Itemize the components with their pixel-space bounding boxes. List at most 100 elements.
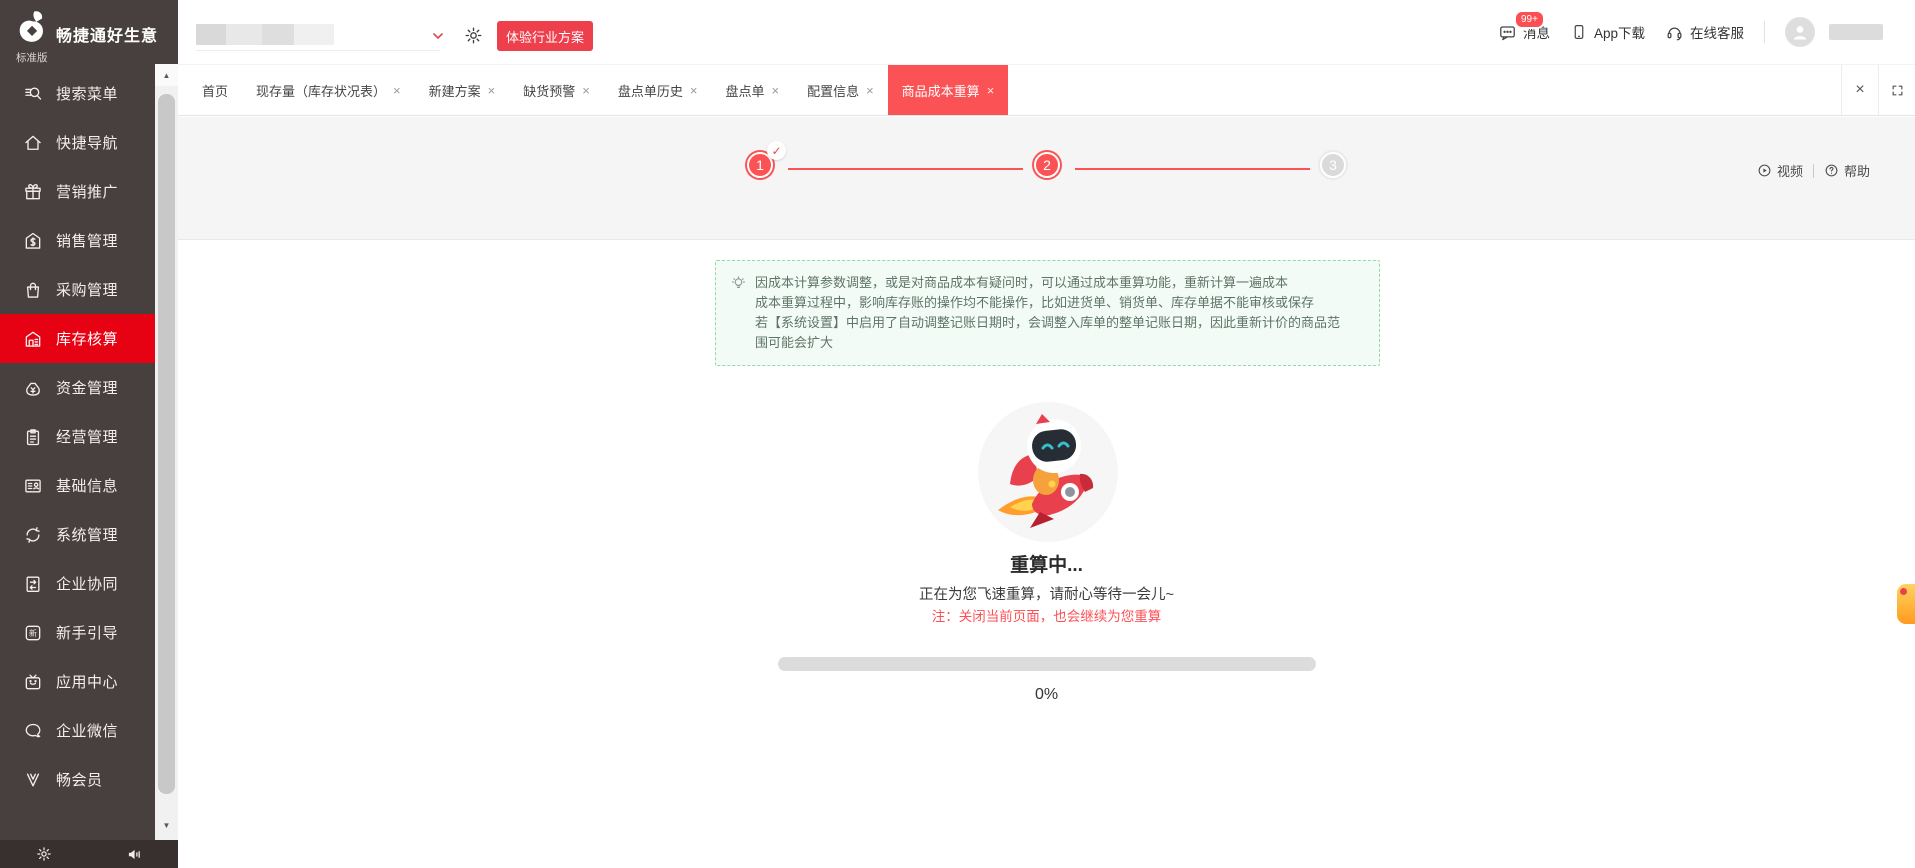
home-icon [23, 133, 43, 153]
tab-7[interactable]: 商品成本重算 × [887, 65, 1009, 115]
redacted-block [262, 24, 294, 45]
play-circle-icon [1757, 163, 1772, 178]
tab-label: 新建方案 [428, 83, 481, 99]
sidebar-item-label: 新手引导 [56, 625, 119, 642]
app-download-button[interactable]: App下载 [1570, 22, 1645, 42]
floating-widget-dot [1900, 588, 1907, 595]
chevron-down-icon[interactable] [430, 28, 446, 44]
collab-icon [23, 574, 43, 594]
user-account[interactable] [1785, 17, 1883, 47]
idcard-icon [23, 476, 43, 496]
sidebar-item-sale[interactable]: 销售管理 [0, 216, 155, 265]
sidebar-item-label: 基础信息 [56, 478, 119, 495]
avatar [1785, 17, 1815, 47]
close-all-tabs-button[interactable]: × [1841, 65, 1878, 115]
sidebar-item-idcard[interactable]: 基础信息 [0, 461, 155, 510]
sidebar-item-label: 采购管理 [56, 282, 119, 299]
sidebar-item-label: 资金管理 [56, 380, 119, 397]
sidebar-item-money[interactable]: 资金管理 [0, 363, 155, 412]
progress-label: 0% [1034, 686, 1059, 703]
search-icon [23, 84, 43, 104]
stepper-band: 1 ✓ 2 3 视频 帮助 [178, 117, 1915, 240]
messages-button[interactable]: 消息 99+ [1498, 10, 1550, 42]
redacted-block [294, 24, 334, 45]
settings-gear-icon[interactable] [36, 846, 52, 862]
help-link[interactable]: 帮助 [1824, 161, 1870, 180]
scroll-up-icon: ▲ [162, 70, 171, 80]
sidebar-item-newbie[interactable]: 新 新手引导 [0, 608, 155, 657]
sidebar-item-appcenter[interactable]: 应用中心 [0, 657, 155, 706]
scrollbar-thumb[interactable] [158, 94, 175, 794]
status-title: 重算中... [1010, 555, 1083, 576]
sidebar-item-bag[interactable]: 采购管理 [0, 265, 155, 314]
sidebar-item-warehouse[interactable]: 库存核算 [0, 314, 155, 363]
gear-icon[interactable] [464, 26, 483, 45]
sidebar-item-label: 搜索菜单 [56, 86, 119, 103]
sidebar-item-clipboard[interactable]: 经营管理 [0, 412, 155, 461]
tab-close-icon[interactable]: × [690, 83, 698, 98]
experience-industry-button[interactable]: 体验行业方案 [497, 21, 593, 51]
speaker-icon[interactable] [125, 846, 142, 863]
headset-icon [1665, 23, 1684, 42]
fullscreen-button[interactable] [1878, 65, 1915, 115]
sidebar-item-label: 企业微信 [56, 723, 119, 740]
tab-label: 配置信息 [807, 83, 860, 99]
logo-block: 畅捷通好生意 标准版 [0, 0, 178, 64]
tab-close-icon[interactable]: × [866, 83, 874, 98]
sidebar-item-label: 营销推广 [56, 184, 119, 201]
messages-badge: 99+ [1513, 10, 1545, 29]
sidebar-item-search[interactable]: 搜索菜单 [0, 69, 155, 118]
video-link[interactable]: 视频 [1757, 161, 1803, 180]
sidebar-footer [0, 840, 178, 868]
sale-icon [23, 231, 43, 251]
tab-label: 缺货预警 [523, 83, 576, 99]
step-circle: 2 [1034, 152, 1060, 178]
lightbulb-icon [730, 275, 747, 353]
tab-6[interactable]: 配置信息 × [793, 65, 888, 115]
band-links: 视频 帮助 [1757, 161, 1870, 180]
sidebar-item-gift[interactable]: 营销推广 [0, 167, 155, 216]
tab-1[interactable]: 现存量（库存状况表） × [242, 65, 415, 115]
notice-line: 若【系统设置】中启用了自动调整记账日期时，会调整入库单的整单记账日期，因此重新计… [755, 315, 1341, 330]
tab-close-icon[interactable]: × [488, 83, 496, 98]
sidebar-item-label: 快捷导航 [56, 135, 119, 152]
tab-close-icon[interactable]: × [987, 83, 995, 98]
tab-close-icon[interactable]: × [771, 83, 779, 98]
tab-2[interactable]: 新建方案 × [415, 65, 510, 115]
sidebar-item-member[interactable]: 畅会员 [0, 755, 155, 804]
help-label: 帮助 [1843, 164, 1870, 179]
sidebar-item-home[interactable]: 快捷导航 [0, 118, 155, 167]
brand-logo-icon [14, 8, 52, 50]
sidebar-item-label: 库存核算 [56, 331, 119, 348]
online-service-button[interactable]: 在线客服 [1665, 22, 1744, 42]
floating-widget[interactable] [1897, 584, 1915, 624]
sidebar-item-label: 应用中心 [56, 674, 119, 691]
gift-icon [23, 182, 43, 202]
tab-close-icon[interactable]: × [582, 83, 590, 98]
header: 体验行业方案 消息 99+ App下载 在线客服 畅捷通好生意 标准版 [0, 0, 1915, 64]
scroll-up-button[interactable]: ▲ [155, 64, 178, 86]
video-label: 视频 [1776, 164, 1803, 179]
tab-5[interactable]: 盘点单 × [711, 65, 793, 115]
scroll-down-button[interactable]: ▼ [155, 814, 178, 836]
tab-bar-actions: × [1841, 65, 1915, 115]
warehouse-icon [23, 329, 43, 349]
header-divider [1764, 21, 1765, 43]
redacted-block [196, 24, 226, 45]
tab-4[interactable]: 盘点单历史 × [604, 65, 712, 115]
sidebar-item-wecom[interactable]: 企业微信 [0, 706, 155, 755]
tab-3[interactable]: 缺货预警 × [509, 65, 604, 115]
step-circle: 3 [1320, 152, 1346, 178]
tab-close-icon[interactable]: × [393, 83, 401, 98]
sidebar-menu: 搜索菜单 快捷导航 营销推广 销售管理 采购管理 库存核算 资金管理 经营管理 … [0, 64, 155, 804]
newbie-icon: 新 [23, 623, 43, 643]
tab-label: 首页 [202, 83, 229, 99]
tab-0[interactable]: 首页 [188, 65, 242, 115]
mascot-robot-rocket [976, 400, 1120, 544]
appcenter-icon [23, 672, 43, 692]
scroll-down-icon: ▼ [162, 820, 171, 830]
sidebar-item-collab[interactable]: 企业协同 [0, 559, 155, 608]
tab-label: 盘点单历史 [617, 83, 683, 99]
sidebar-item-sync[interactable]: 系统管理 [0, 510, 155, 559]
tab-label: 盘点单 [725, 83, 765, 99]
